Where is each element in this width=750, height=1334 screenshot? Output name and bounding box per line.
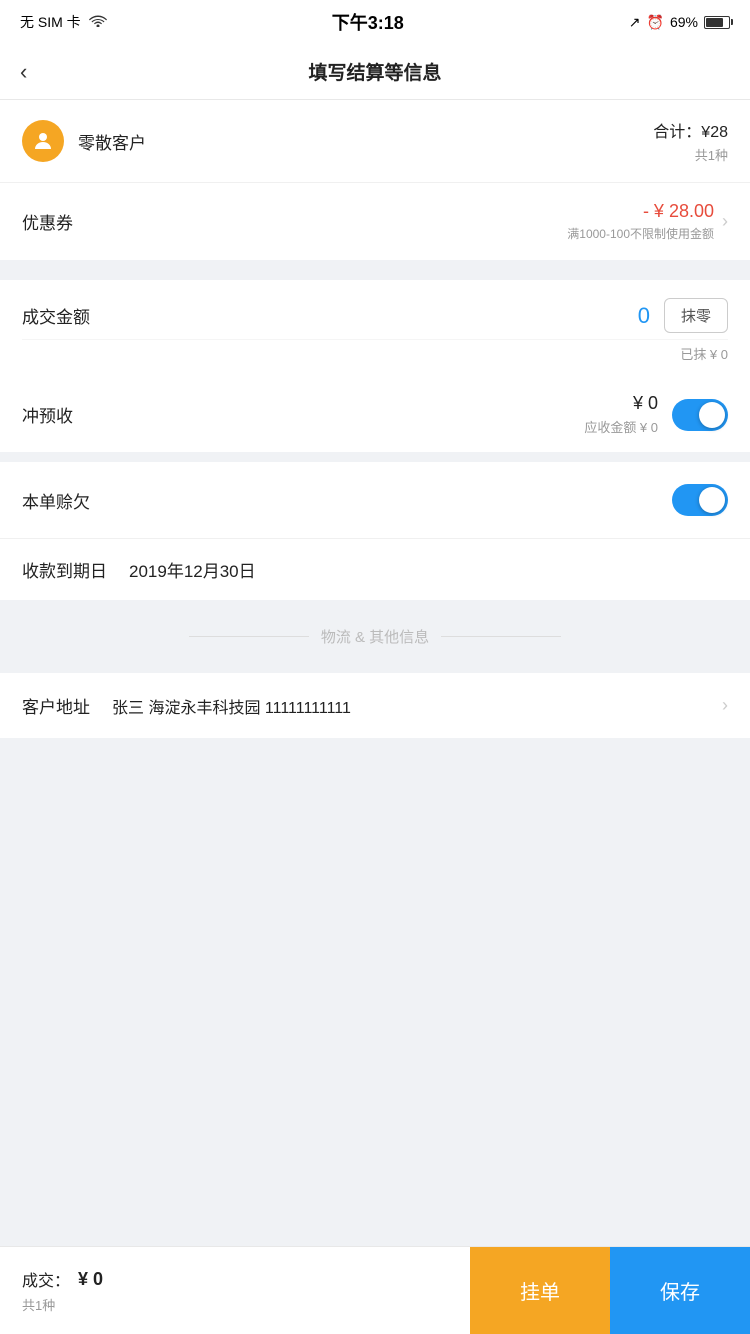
bottom-deal-label: 成交： bbox=[22, 1267, 70, 1291]
bottom-bar: 成交： ¥ 0 共1种 挂单 保存 bbox=[0, 1246, 750, 1334]
bottom-count: 共1种 bbox=[22, 1295, 448, 1314]
debt-toggle[interactable] bbox=[672, 484, 728, 516]
prepay-label: 冲预收 bbox=[22, 402, 73, 427]
prepay-amounts: ¥ 0 应收金额 ¥ 0 bbox=[584, 393, 658, 436]
prepay-amount: ¥ 0 bbox=[584, 393, 658, 414]
deal-right: 0 抹零 bbox=[638, 298, 728, 333]
bottom-deal-amount: ¥ 0 bbox=[78, 1269, 103, 1290]
sim-label: 无 SIM 卡 bbox=[20, 12, 81, 32]
due-date-value: 2019年12月30日 bbox=[129, 557, 256, 582]
deal-amount-row: 成交金额 0 抹零 bbox=[22, 280, 728, 340]
coupon-right: - ¥ 28.00 满1000-100不限制使用金额 › bbox=[567, 201, 728, 242]
customer-left: 零散客户 bbox=[22, 120, 146, 162]
deal-amount-label: 成交金额 bbox=[22, 303, 90, 328]
address-row[interactable]: 客户地址 张三 海淀永丰科技园 11111111111 › bbox=[0, 673, 750, 738]
total-count: 共1种 bbox=[653, 145, 728, 164]
coupon-amount: - ¥ 28.00 bbox=[567, 201, 714, 222]
alarm-icon: ⏰ bbox=[647, 14, 664, 31]
toggle-thumb bbox=[699, 402, 725, 428]
nav-bar: ‹ 填写结算等信息 bbox=[0, 44, 750, 100]
bottom-btn-group: 挂单 保存 bbox=[470, 1247, 750, 1334]
bottom-deal: 成交： ¥ 0 bbox=[22, 1267, 448, 1291]
deal-sub-label: 已抹 ¥ 0 bbox=[22, 340, 728, 377]
content: 零散客户 合计：¥28 共1种 优惠券 - ¥ 28.00 满1000-100不… bbox=[0, 100, 750, 828]
coupon-desc: 满1000-100不限制使用金额 bbox=[567, 225, 714, 242]
coupon-chevron-icon: › bbox=[722, 211, 728, 232]
logistics-divider: 物流 & 其他信息 bbox=[0, 626, 750, 647]
avatar bbox=[22, 120, 64, 162]
prepay-toggle[interactable] bbox=[672, 399, 728, 431]
due-date-label: 收款到期日 bbox=[22, 557, 107, 582]
back-button[interactable]: ‹ bbox=[20, 59, 27, 85]
address-chevron-icon: › bbox=[722, 695, 728, 716]
logistics-section: 物流 & 其他信息 bbox=[0, 610, 750, 663]
debt-section: 本单赊欠 bbox=[0, 462, 750, 538]
battery-icon bbox=[704, 16, 730, 29]
status-time: 下午3:18 bbox=[332, 9, 404, 35]
status-right: ↗ ⏰ 69% bbox=[629, 14, 730, 31]
location-icon: ↗ bbox=[629, 14, 641, 31]
deal-section: 成交金额 0 抹零 已抹 ¥ 0 冲预收 ¥ 0 应收金额 ¥ 0 bbox=[0, 280, 750, 452]
wifi-icon bbox=[89, 14, 107, 30]
battery-percent: 69% bbox=[670, 14, 698, 30]
customer-card: 零散客户 合计：¥28 共1种 优惠券 - ¥ 28.00 满1000-100不… bbox=[0, 100, 750, 260]
hold-button[interactable]: 挂单 bbox=[470, 1247, 610, 1334]
due-date-row: 收款到期日 2019年12月30日 bbox=[0, 538, 750, 600]
debt-label: 本单赊欠 bbox=[22, 488, 90, 513]
bottom-info: 成交： ¥ 0 共1种 bbox=[0, 1267, 470, 1314]
round-zero-button[interactable]: 抹零 bbox=[664, 298, 728, 333]
prepay-right: ¥ 0 应收金额 ¥ 0 bbox=[584, 393, 728, 436]
page-title: 填写结算等信息 bbox=[308, 58, 441, 85]
status-bar: 无 SIM 卡 下午3:18 ↗ ⏰ 69% bbox=[0, 0, 750, 44]
prepay-sub: 应收金额 ¥ 0 bbox=[584, 417, 658, 436]
coupon-row[interactable]: 优惠券 - ¥ 28.00 满1000-100不限制使用金额 › bbox=[0, 182, 750, 260]
address-label: 客户地址 bbox=[22, 693, 90, 718]
section-divider-2 bbox=[0, 452, 750, 462]
total-amount: 合计：¥28 bbox=[653, 118, 728, 142]
customer-name: 零散客户 bbox=[78, 129, 146, 154]
customer-right: 合计：¥28 共1种 bbox=[653, 118, 728, 164]
address-value: 张三 海淀永丰科技园 11111111111 bbox=[112, 694, 722, 718]
status-left: 无 SIM 卡 bbox=[20, 12, 107, 32]
prepay-row: 冲预收 ¥ 0 应收金额 ¥ 0 bbox=[22, 377, 728, 452]
logistics-label: 物流 & 其他信息 bbox=[321, 626, 429, 647]
coupon-info: - ¥ 28.00 满1000-100不限制使用金额 bbox=[567, 201, 714, 242]
coupon-label: 优惠券 bbox=[22, 209, 73, 234]
debt-row: 本单赊欠 bbox=[22, 462, 728, 538]
section-divider-1 bbox=[0, 270, 750, 280]
deal-amount-value: 0 bbox=[638, 303, 650, 329]
debt-toggle-thumb bbox=[699, 487, 725, 513]
save-button[interactable]: 保存 bbox=[610, 1247, 750, 1334]
customer-row: 零散客户 合计：¥28 共1种 bbox=[0, 100, 750, 182]
